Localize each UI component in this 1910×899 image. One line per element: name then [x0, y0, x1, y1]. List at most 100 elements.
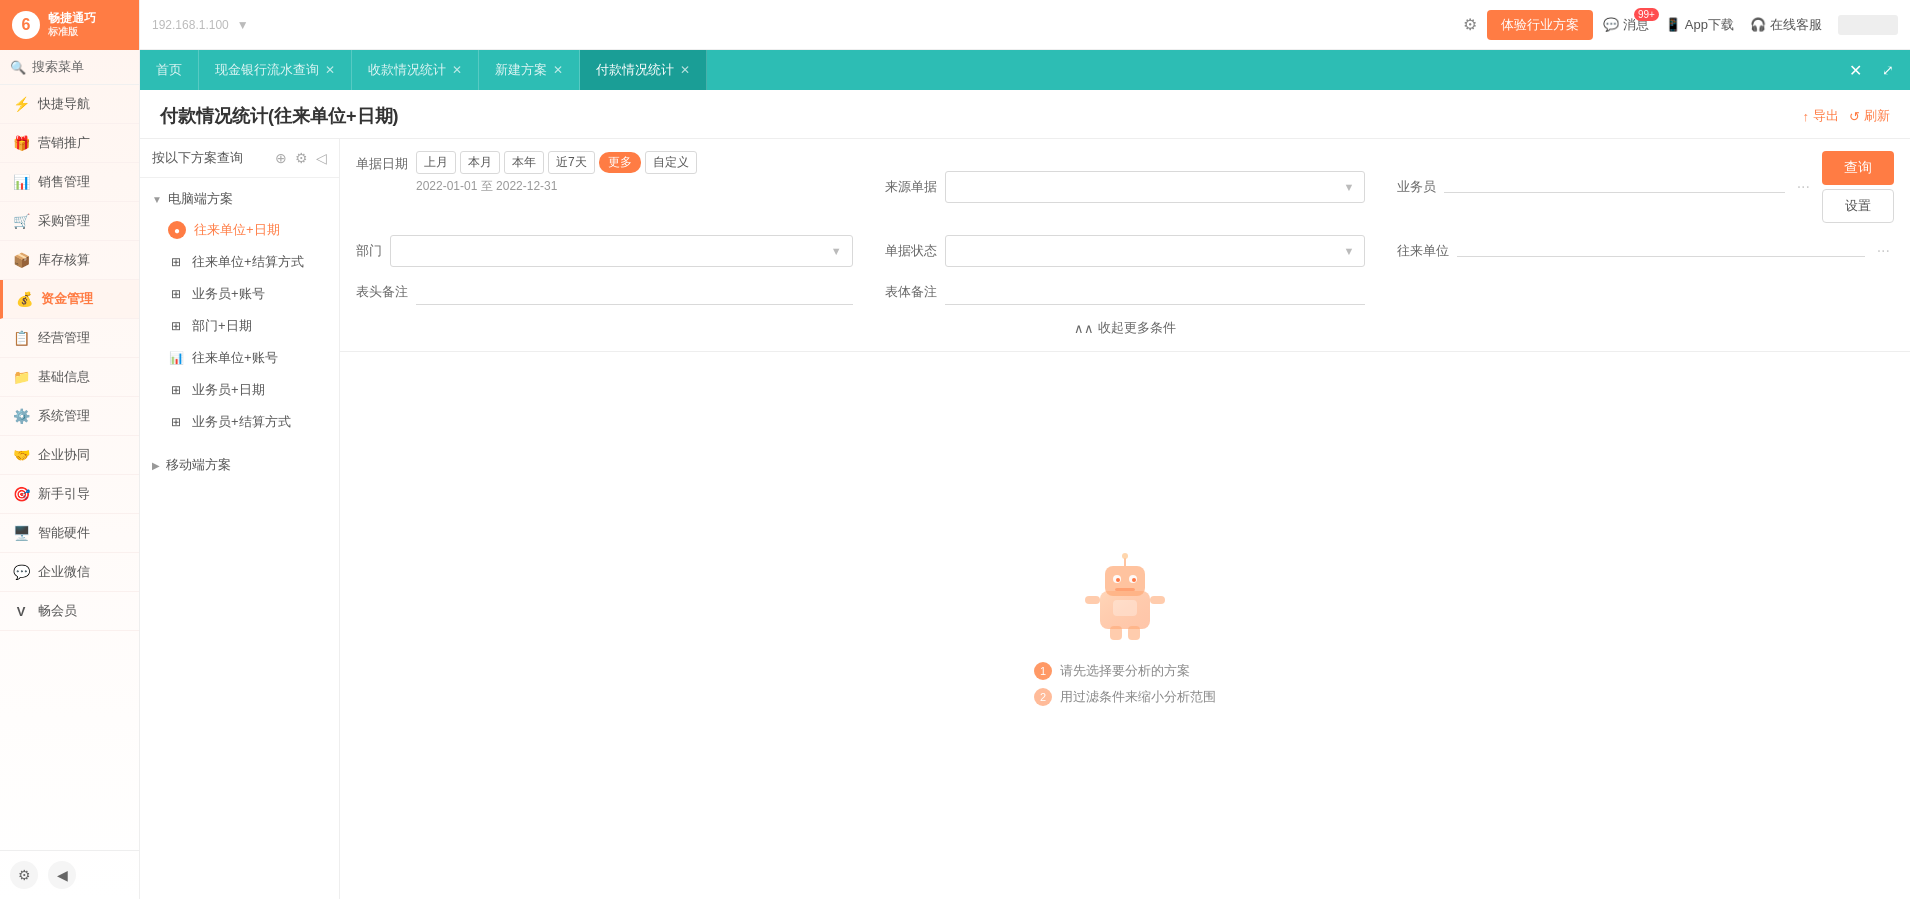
header-note-input[interactable]: [418, 284, 851, 299]
date-btn-this-year[interactable]: 本年: [504, 151, 544, 174]
date-btn-custom[interactable]: 自定义: [645, 151, 697, 174]
user-name-block: [1838, 15, 1898, 35]
filter-area: 单据日期 上月 本月 本年 近7天 更多 自定义 20: [340, 139, 1910, 352]
source-label: 来源单据: [885, 178, 937, 196]
unit-dots-icon[interactable]: ···: [1873, 242, 1894, 260]
quick-nav-icon: ⚡: [12, 95, 30, 113]
header-note-input-area[interactable]: [416, 279, 853, 305]
scheme-table-icon-1: ⊞: [168, 254, 184, 270]
date-label: 单据日期: [356, 151, 408, 173]
sidebar-item-operation[interactable]: 📋 经营管理: [0, 319, 139, 358]
tab-home[interactable]: 首页: [140, 50, 199, 90]
user-avatar[interactable]: [1838, 15, 1898, 35]
close-all-tabs-icon[interactable]: ✕: [1841, 50, 1870, 90]
sidebar-item-quick-nav[interactable]: ⚡ 快捷导航: [0, 85, 139, 124]
date-btn-last-7[interactable]: 近7天: [548, 151, 595, 174]
online-service-btn[interactable]: 🎧 在线客服: [1750, 16, 1822, 34]
system-icon: ⚙️: [12, 407, 30, 425]
tab-close-payment[interactable]: ✕: [680, 63, 690, 77]
date-section: 上月 本月 本年 近7天 更多 自定义 2022-01-01 至 2022-12…: [416, 151, 697, 195]
scheme-table-icon-4: ⊞: [168, 382, 184, 398]
message-icon: 💬: [1603, 17, 1619, 32]
page-content: 付款情况统计(往来单位+日期) ↑ 导出 ↺ 刷新 按以下方案查询 ⊕: [140, 90, 1910, 899]
dept-select[interactable]: ▼: [390, 235, 853, 267]
message-btn[interactable]: 💬 消息 99+: [1603, 16, 1649, 34]
salesman-input-area: [1444, 182, 1784, 193]
tip-number-1: 1: [1034, 662, 1052, 680]
tab-close-new-scheme[interactable]: ✕: [553, 63, 563, 77]
scheme-section-mobile: ▶ 移动端方案: [140, 444, 339, 486]
query-btn[interactable]: 查询: [1822, 151, 1894, 185]
tab-close-bank-flow[interactable]: ✕: [325, 63, 335, 77]
sidebar-item-guide[interactable]: 🎯 新手引导: [0, 475, 139, 514]
scheme-item-unit-account[interactable]: 📊 往来单位+账号: [140, 342, 339, 374]
header-right: 💬 消息 99+ 📱 App下载 🎧 在线客服: [1603, 15, 1898, 35]
collapse-sidebar-icon[interactable]: ◀: [48, 861, 76, 889]
sidebar-item-basic[interactable]: 📁 基础信息: [0, 358, 139, 397]
sidebar-item-system[interactable]: ⚙️ 系统管理: [0, 397, 139, 436]
collapse-scheme-icon[interactable]: ◁: [316, 150, 327, 166]
tab-close-receipt[interactable]: ✕: [452, 63, 462, 77]
scheme-item-salesman-settle[interactable]: ⊞ 业务员+结算方式: [140, 406, 339, 438]
date-btn-last-month[interactable]: 上月: [416, 151, 456, 174]
sidebar: 6 畅捷通巧 标准版 🔍 搜索菜单 ⚡ 快捷导航 🎁 营销推广 📊 销售管理 🛒…: [0, 0, 140, 899]
settings-icon[interactable]: ⚙: [1463, 15, 1477, 34]
scheme-item-salesman-date[interactable]: ⊞ 业务员+日期: [140, 374, 339, 406]
sidebar-item-vip[interactable]: V 畅会员: [0, 592, 139, 631]
right-content: 单据日期 上月 本月 本年 近7天 更多 自定义 20: [340, 139, 1910, 899]
sidebar-item-purchase[interactable]: 🛒 采购管理: [0, 202, 139, 241]
filter-cell-header-note: 表头备注: [356, 279, 869, 305]
sidebar-item-marketing[interactable]: 🎁 营销推广: [0, 124, 139, 163]
sidebar-item-enterprise[interactable]: 🤝 企业协同: [0, 436, 139, 475]
tab-receipt-stats[interactable]: 收款情况统计 ✕: [352, 50, 479, 90]
tab-bar: 首页 现金银行流水查询 ✕ 收款情况统计 ✕ 新建方案 ✕ 付款情况统计 ✕ ✕…: [140, 50, 1910, 90]
body-note-label: 表体备注: [885, 283, 937, 301]
salesman-dots-icon[interactable]: ···: [1793, 178, 1814, 196]
basic-icon: 📁: [12, 368, 30, 386]
gear-scheme-icon[interactable]: ⚙: [295, 150, 308, 166]
scheme-mobile-toggle[interactable]: ▶ 移动端方案: [140, 450, 339, 480]
logo-icon: 6: [12, 11, 40, 39]
source-select[interactable]: ▼: [945, 171, 1366, 203]
refresh-btn[interactable]: ↺ 刷新: [1849, 107, 1890, 125]
search-menu[interactable]: 🔍 搜索菜单: [0, 50, 139, 85]
scheme-item-unit-date[interactable]: ● 往来单位+日期: [140, 214, 339, 246]
export-btn[interactable]: ↑ 导出: [1803, 107, 1840, 125]
sidebar-item-inventory[interactable]: 📦 库存核算: [0, 241, 139, 280]
trial-btn[interactable]: 体验行业方案: [1487, 10, 1593, 40]
scheme-table-icon-3: ⊞: [168, 318, 184, 334]
purchase-icon: 🛒: [12, 212, 30, 230]
date-btn-this-month[interactable]: 本月: [460, 151, 500, 174]
body-note-input-area[interactable]: [945, 279, 1366, 305]
vip-icon: V: [12, 602, 30, 620]
scheme-pc-toggle[interactable]: ▼ 电脑端方案: [140, 184, 339, 214]
expand-tabs-icon[interactable]: ⤢: [1874, 50, 1902, 90]
filter-row-1: 单据日期 上月 本月 本年 近7天 更多 自定义 20: [356, 151, 1894, 223]
tab-bank-flow[interactable]: 现金银行流水查询 ✕: [199, 50, 352, 90]
sidebar-item-wechat[interactable]: 💬 企业微信: [0, 553, 139, 592]
sidebar-item-sales[interactable]: 📊 销售管理: [0, 163, 139, 202]
app-download-btn[interactable]: 📱 App下载: [1665, 16, 1734, 34]
settings-btn[interactable]: 设置: [1822, 189, 1894, 223]
operation-icon: 📋: [12, 329, 30, 347]
bill-status-select[interactable]: ▼: [945, 235, 1366, 267]
sidebar-item-finance[interactable]: 💰 资金管理: [0, 280, 139, 319]
sidebar-item-hardware[interactable]: 🖥️ 智能硬件: [0, 514, 139, 553]
bill-status-label: 单据状态: [885, 242, 937, 260]
tab-payment-stats[interactable]: 付款情况统计 ✕: [580, 50, 707, 90]
scheme-chart-icon: 📊: [168, 350, 184, 366]
scheme-item-dept-date[interactable]: ⊞ 部门+日期: [140, 310, 339, 342]
date-btn-more[interactable]: 更多: [599, 152, 641, 173]
query-btn-group: 查询 设置: [1822, 151, 1894, 223]
body-note-input[interactable]: [947, 284, 1364, 299]
collapse-more-btn[interactable]: ∧∧ 收起更多条件: [356, 313, 1894, 339]
settings-bottom-icon[interactable]: ⚙: [10, 861, 38, 889]
svg-rect-6: [1115, 588, 1135, 591]
tip-number-2: 2: [1034, 688, 1052, 706]
add-scheme-icon[interactable]: ⊕: [275, 150, 287, 166]
bill-status-arrow-icon: ▼: [1343, 245, 1354, 257]
address-dropdown-icon[interactable]: ▼: [237, 18, 249, 32]
scheme-item-unit-settle[interactable]: ⊞ 往来单位+结算方式: [140, 246, 339, 278]
scheme-item-salesman-account[interactable]: ⊞ 业务员+账号: [140, 278, 339, 310]
tab-new-scheme[interactable]: 新建方案 ✕: [479, 50, 580, 90]
